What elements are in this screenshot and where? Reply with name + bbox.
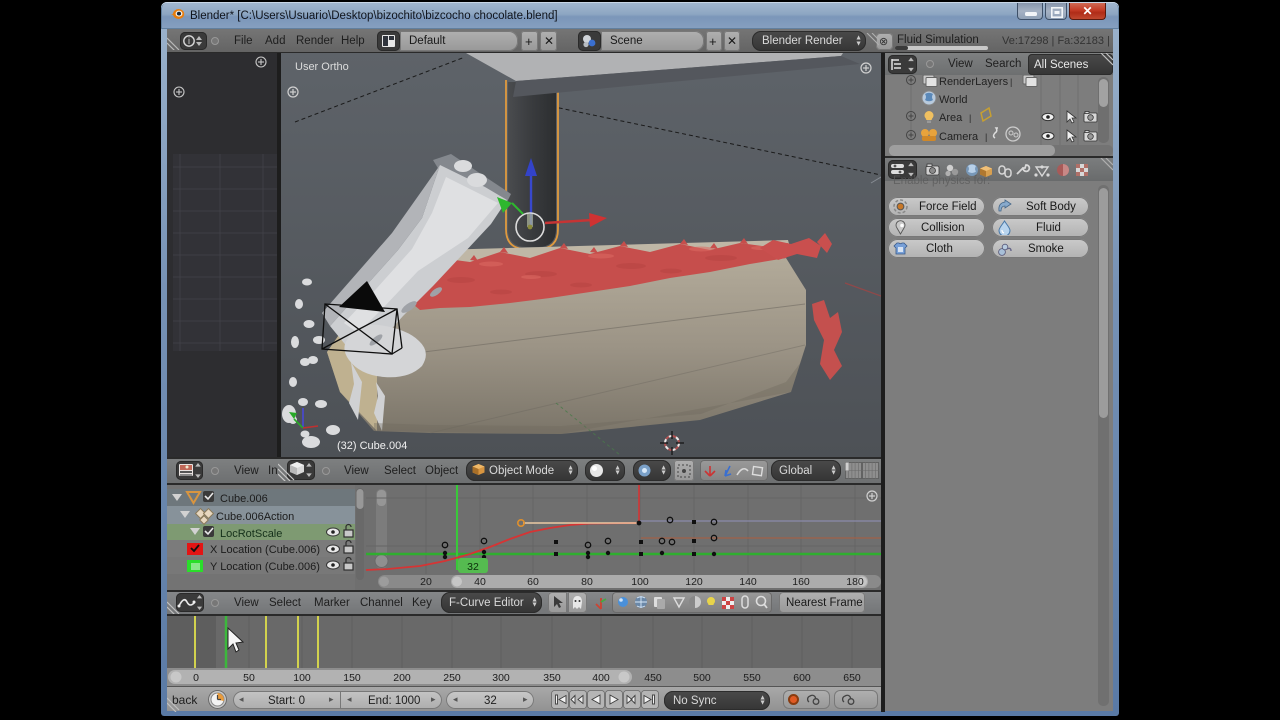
svg-text:600: 600 bbox=[793, 672, 811, 684]
svg-text:20: 20 bbox=[420, 576, 432, 588]
svg-text:250: 250 bbox=[443, 672, 461, 684]
svg-text:200: 200 bbox=[393, 672, 411, 684]
svg-text:450: 450 bbox=[644, 672, 662, 684]
svg-text:|: | bbox=[1010, 77, 1012, 87]
svg-text:RenderLayers: RenderLayers bbox=[939, 76, 1009, 88]
svg-text:160: 160 bbox=[792, 576, 810, 588]
svg-text:Camera: Camera bbox=[939, 131, 979, 143]
svg-text:|: | bbox=[969, 113, 971, 123]
svg-text:120: 120 bbox=[685, 576, 703, 588]
svg-text:150: 150 bbox=[343, 672, 361, 684]
svg-text:32: 32 bbox=[467, 561, 479, 573]
svg-text:60: 60 bbox=[527, 576, 539, 588]
svg-text:50: 50 bbox=[243, 672, 255, 684]
svg-text:World: World bbox=[939, 94, 968, 106]
svg-text:Y Location (Cube.006): Y Location (Cube.006) bbox=[210, 561, 320, 573]
svg-text:300: 300 bbox=[492, 672, 510, 684]
svg-text:80: 80 bbox=[581, 576, 593, 588]
svg-text:550: 550 bbox=[743, 672, 761, 684]
svg-text:Cube.006Action: Cube.006Action bbox=[216, 511, 294, 523]
svg-text:400: 400 bbox=[592, 672, 610, 684]
svg-text:(32) Cube.004: (32) Cube.004 bbox=[337, 440, 407, 452]
svg-text:|: | bbox=[985, 132, 987, 142]
svg-text:100: 100 bbox=[631, 576, 649, 588]
svg-text:350: 350 bbox=[543, 672, 561, 684]
svg-text:Area: Area bbox=[939, 112, 963, 124]
svg-text:140: 140 bbox=[739, 576, 757, 588]
svg-text:Cube.006: Cube.006 bbox=[220, 493, 268, 505]
svg-text:180: 180 bbox=[846, 576, 864, 588]
svg-text:LocRotScale: LocRotScale bbox=[220, 528, 282, 540]
svg-text:100: 100 bbox=[293, 672, 311, 684]
svg-text:X Location (Cube.006): X Location (Cube.006) bbox=[210, 544, 320, 556]
svg-text:0: 0 bbox=[193, 672, 199, 684]
svg-text:User Ortho: User Ortho bbox=[295, 61, 349, 73]
svg-text:650: 650 bbox=[843, 672, 861, 684]
svg-text:500: 500 bbox=[693, 672, 711, 684]
svg-text:i: i bbox=[188, 36, 190, 46]
svg-text:40: 40 bbox=[474, 576, 486, 588]
